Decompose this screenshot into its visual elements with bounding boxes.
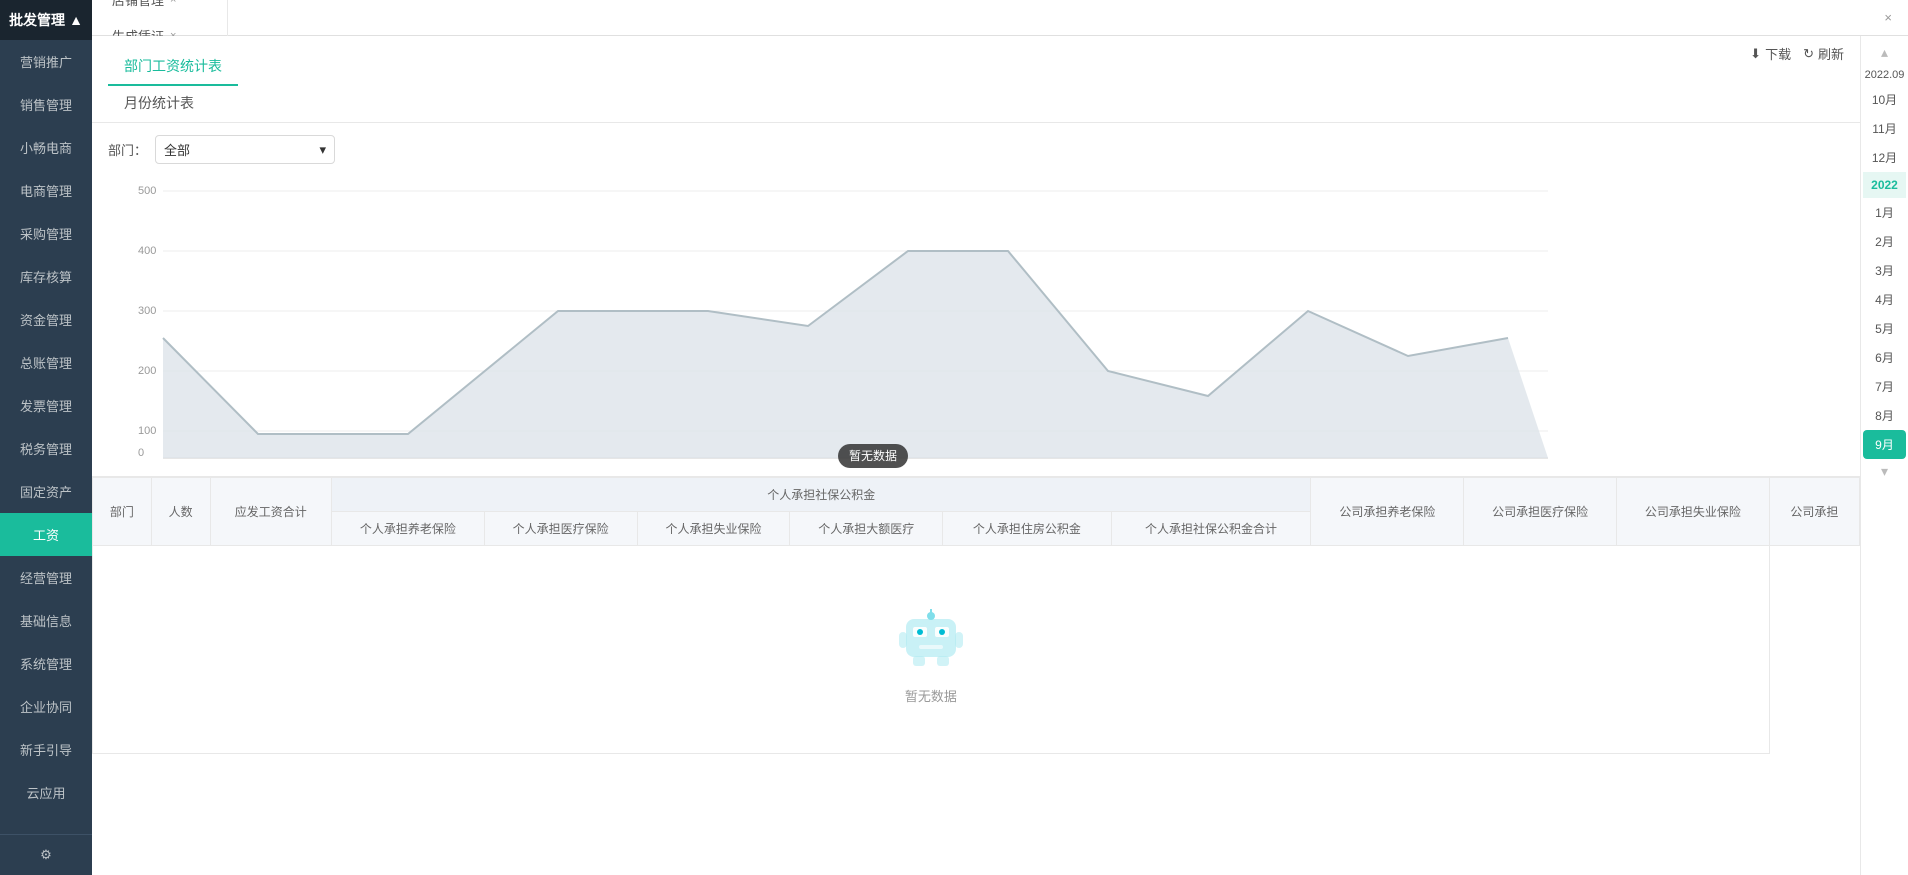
sidebar-item-云应用[interactable]: 云应用: [0, 771, 92, 814]
tabbar: 首页门店商品目录×销售单×店铺管理×生成凭证×应收应付调整单×工资表×工资统计报…: [92, 0, 1908, 36]
sidebar-item-营销推广[interactable]: 营销推广: [0, 40, 92, 83]
th-company-other: 公司承担: [1769, 478, 1859, 546]
time-panel-item-10月[interactable]: 10月: [1863, 85, 1907, 114]
department-select-value: 全部: [164, 140, 190, 159]
sidebar-title: 批发管理: [9, 10, 65, 30]
svg-text:400: 400: [138, 245, 156, 257]
refresh-button[interactable]: ↻ 刷新: [1803, 44, 1844, 63]
th-company-medical: 公司承担医疗保险: [1464, 478, 1617, 546]
time-panel-item-6月[interactable]: 6月: [1863, 343, 1907, 372]
sidebar-item-工资[interactable]: 工资: [0, 513, 92, 556]
sidebar-item-系统管理[interactable]: 系统管理: [0, 642, 92, 685]
th-headcount: 人数: [151, 478, 210, 546]
sidebar-item-新手引导[interactable]: 新手引导: [0, 728, 92, 771]
time-panel-items: 2022.0910月11月12月20221月2月3月4月5月6月7月8月9月: [1863, 65, 1907, 459]
time-panel-item-2022[interactable]: 2022: [1863, 172, 1907, 198]
sidebar-item-企业协同[interactable]: 企业协同: [0, 685, 92, 728]
empty-text: 暂无数据: [905, 686, 957, 705]
toolbar: ⬇ 下载 ↻ 刷新: [1750, 44, 1844, 63]
time-panel-item-9月[interactable]: 9月: [1863, 430, 1907, 459]
tab-close-icon[interactable]: ×: [170, 0, 176, 6]
time-panel-item-2月[interactable]: 2月: [1863, 227, 1907, 256]
time-panel-item-3月[interactable]: 3月: [1863, 256, 1907, 285]
sidebar-footer[interactable]: ⚙: [0, 834, 92, 875]
gear-icon: ⚙: [40, 847, 52, 862]
sidebar-header[interactable]: 批发管理 ▲: [0, 0, 92, 40]
time-panel-item-12月[interactable]: 12月: [1863, 143, 1907, 172]
th-personal-total: 个人承担社保公积金合计: [1111, 512, 1311, 546]
svg-text:0: 0: [138, 447, 144, 459]
svg-text:500: 500: [138, 185, 156, 197]
empty-state-container: 暂无数据: [103, 554, 1759, 745]
sidebar-item-销售管理[interactable]: 销售管理: [0, 83, 92, 126]
refresh-label: 刷新: [1818, 44, 1844, 63]
time-panel-item-1月[interactable]: 1月: [1863, 198, 1907, 227]
th-personal-medical: 个人承担医疗保险: [484, 512, 637, 546]
download-button[interactable]: ⬇ 下载: [1750, 44, 1791, 63]
filter-row: 部门： 全部 ▾: [92, 123, 1860, 176]
chart-tooltip-text: 暂无数据: [849, 448, 897, 463]
download-icon: ⬇: [1750, 46, 1761, 62]
sidebar-item-电商管理[interactable]: 电商管理: [0, 169, 92, 212]
time-panel-item-5月[interactable]: 5月: [1863, 314, 1907, 343]
table-empty-state: 暂无数据: [93, 546, 1770, 754]
tab-店铺管理[interactable]: 店铺管理 ×: [100, 0, 228, 18]
sidebar-items: 营销推广销售管理小畅电商电商管理采购管理库存核算资金管理总账管理发票管理税务管理…: [0, 40, 92, 814]
close-all-icon: ×: [1884, 10, 1892, 25]
th-personal-social: 个人承担社保公积金: [331, 478, 1310, 512]
time-panel-item-11月[interactable]: 11月: [1863, 114, 1907, 143]
sidebar-item-税务管理[interactable]: 税务管理: [0, 427, 92, 470]
filter-label: 部门：: [108, 140, 147, 159]
empty-icon: [891, 594, 971, 674]
sub-tab-部门工资统计表[interactable]: 部门工资统计表: [108, 48, 238, 86]
sidebar-item-固定资产[interactable]: 固定资产: [0, 470, 92, 513]
time-panel-item-4月[interactable]: 4月: [1863, 285, 1907, 314]
th-department: 部门: [93, 478, 152, 546]
sidebar: 批发管理 ▲ 营销推广销售管理小畅电商电商管理采购管理库存核算资金管理总账管理发…: [0, 0, 92, 875]
line-chart: 500 400 300 200 100 0: [108, 176, 1844, 476]
sub-tab-月份统计表[interactable]: 月份统计表: [108, 85, 238, 123]
tab-label: 店铺管理: [112, 0, 164, 9]
svg-text:100: 100: [138, 425, 156, 437]
chevron-down-icon: ▾: [319, 142, 326, 158]
sidebar-item-总账管理[interactable]: 总账管理: [0, 341, 92, 384]
content-area: 部门工资统计表月份统计表 ⬇ 下载 ↻ 刷新 部门： 全部 ▾: [92, 36, 1908, 875]
chart-area-fill: [163, 251, 1548, 458]
sidebar-item-基础信息[interactable]: 基础信息: [0, 599, 92, 642]
th-company-unemployment: 公司承担失业保险: [1617, 478, 1770, 546]
time-panel-item-8月[interactable]: 8月: [1863, 401, 1907, 430]
department-select[interactable]: 全部 ▾: [155, 135, 335, 164]
sidebar-item-发票管理[interactable]: 发票管理: [0, 384, 92, 427]
sidebar-item-小畅电商[interactable]: 小畅电商: [0, 126, 92, 169]
th-personal-pension: 个人承担养老保险: [331, 512, 484, 546]
th-company-pension: 公司承担养老保险: [1311, 478, 1464, 546]
svg-text:200: 200: [138, 365, 156, 377]
time-panel-down-arrow[interactable]: ▾: [1861, 459, 1908, 484]
sub-tabs-bar: 部门工资统计表月份统计表 ⬇ 下载 ↻ 刷新: [92, 36, 1860, 123]
sidebar-collapse-icon: ▲: [69, 12, 83, 28]
time-panel-item-7月[interactable]: 7月: [1863, 372, 1907, 401]
time-panel: ▴ 2022.0910月11月12月20221月2月3月4月5月6月7月8月9月…: [1860, 36, 1908, 875]
data-table: 部门 人数 应发工资合计 个人承担社保公积金 公司承担养老保险 公司承担医疗保险…: [92, 477, 1860, 754]
sidebar-item-库存核算[interactable]: 库存核算: [0, 255, 92, 298]
sub-tab-items: 部门工资统计表月份统计表: [108, 48, 238, 122]
table-section: 部门 人数 应发工资合计 个人承担社保公积金 公司承担养老保险 公司承担医疗保险…: [92, 476, 1860, 875]
sidebar-item-采购管理[interactable]: 采购管理: [0, 212, 92, 255]
sidebar-item-经营管理[interactable]: 经营管理: [0, 556, 92, 599]
sidebar-item-资金管理[interactable]: 资金管理: [0, 298, 92, 341]
chart-area: 500 400 300 200 100 0: [92, 176, 1860, 476]
main-area: 首页门店商品目录×销售单×店铺管理×生成凭证×应收应付调整单×工资表×工资统计报…: [92, 0, 1908, 875]
refresh-icon: ↻: [1803, 46, 1814, 62]
th-personal-unemployment: 个人承担失业保险: [637, 512, 790, 546]
th-total-salary: 应发工资合计: [210, 478, 331, 546]
time-panel-year-label: 2022.09: [1863, 65, 1907, 85]
download-label: 下载: [1765, 44, 1791, 63]
time-panel-up-arrow[interactable]: ▴: [1861, 40, 1908, 65]
close-all-tabs[interactable]: ×: [1876, 10, 1900, 25]
th-personal-housing-fund: 个人承担住房公积金: [943, 512, 1111, 546]
th-personal-major-medical: 个人承担大额医疗: [790, 512, 943, 546]
svg-text:300: 300: [138, 305, 156, 317]
page-body: 部门工资统计表月份统计表 ⬇ 下载 ↻ 刷新 部门： 全部 ▾: [92, 36, 1860, 875]
